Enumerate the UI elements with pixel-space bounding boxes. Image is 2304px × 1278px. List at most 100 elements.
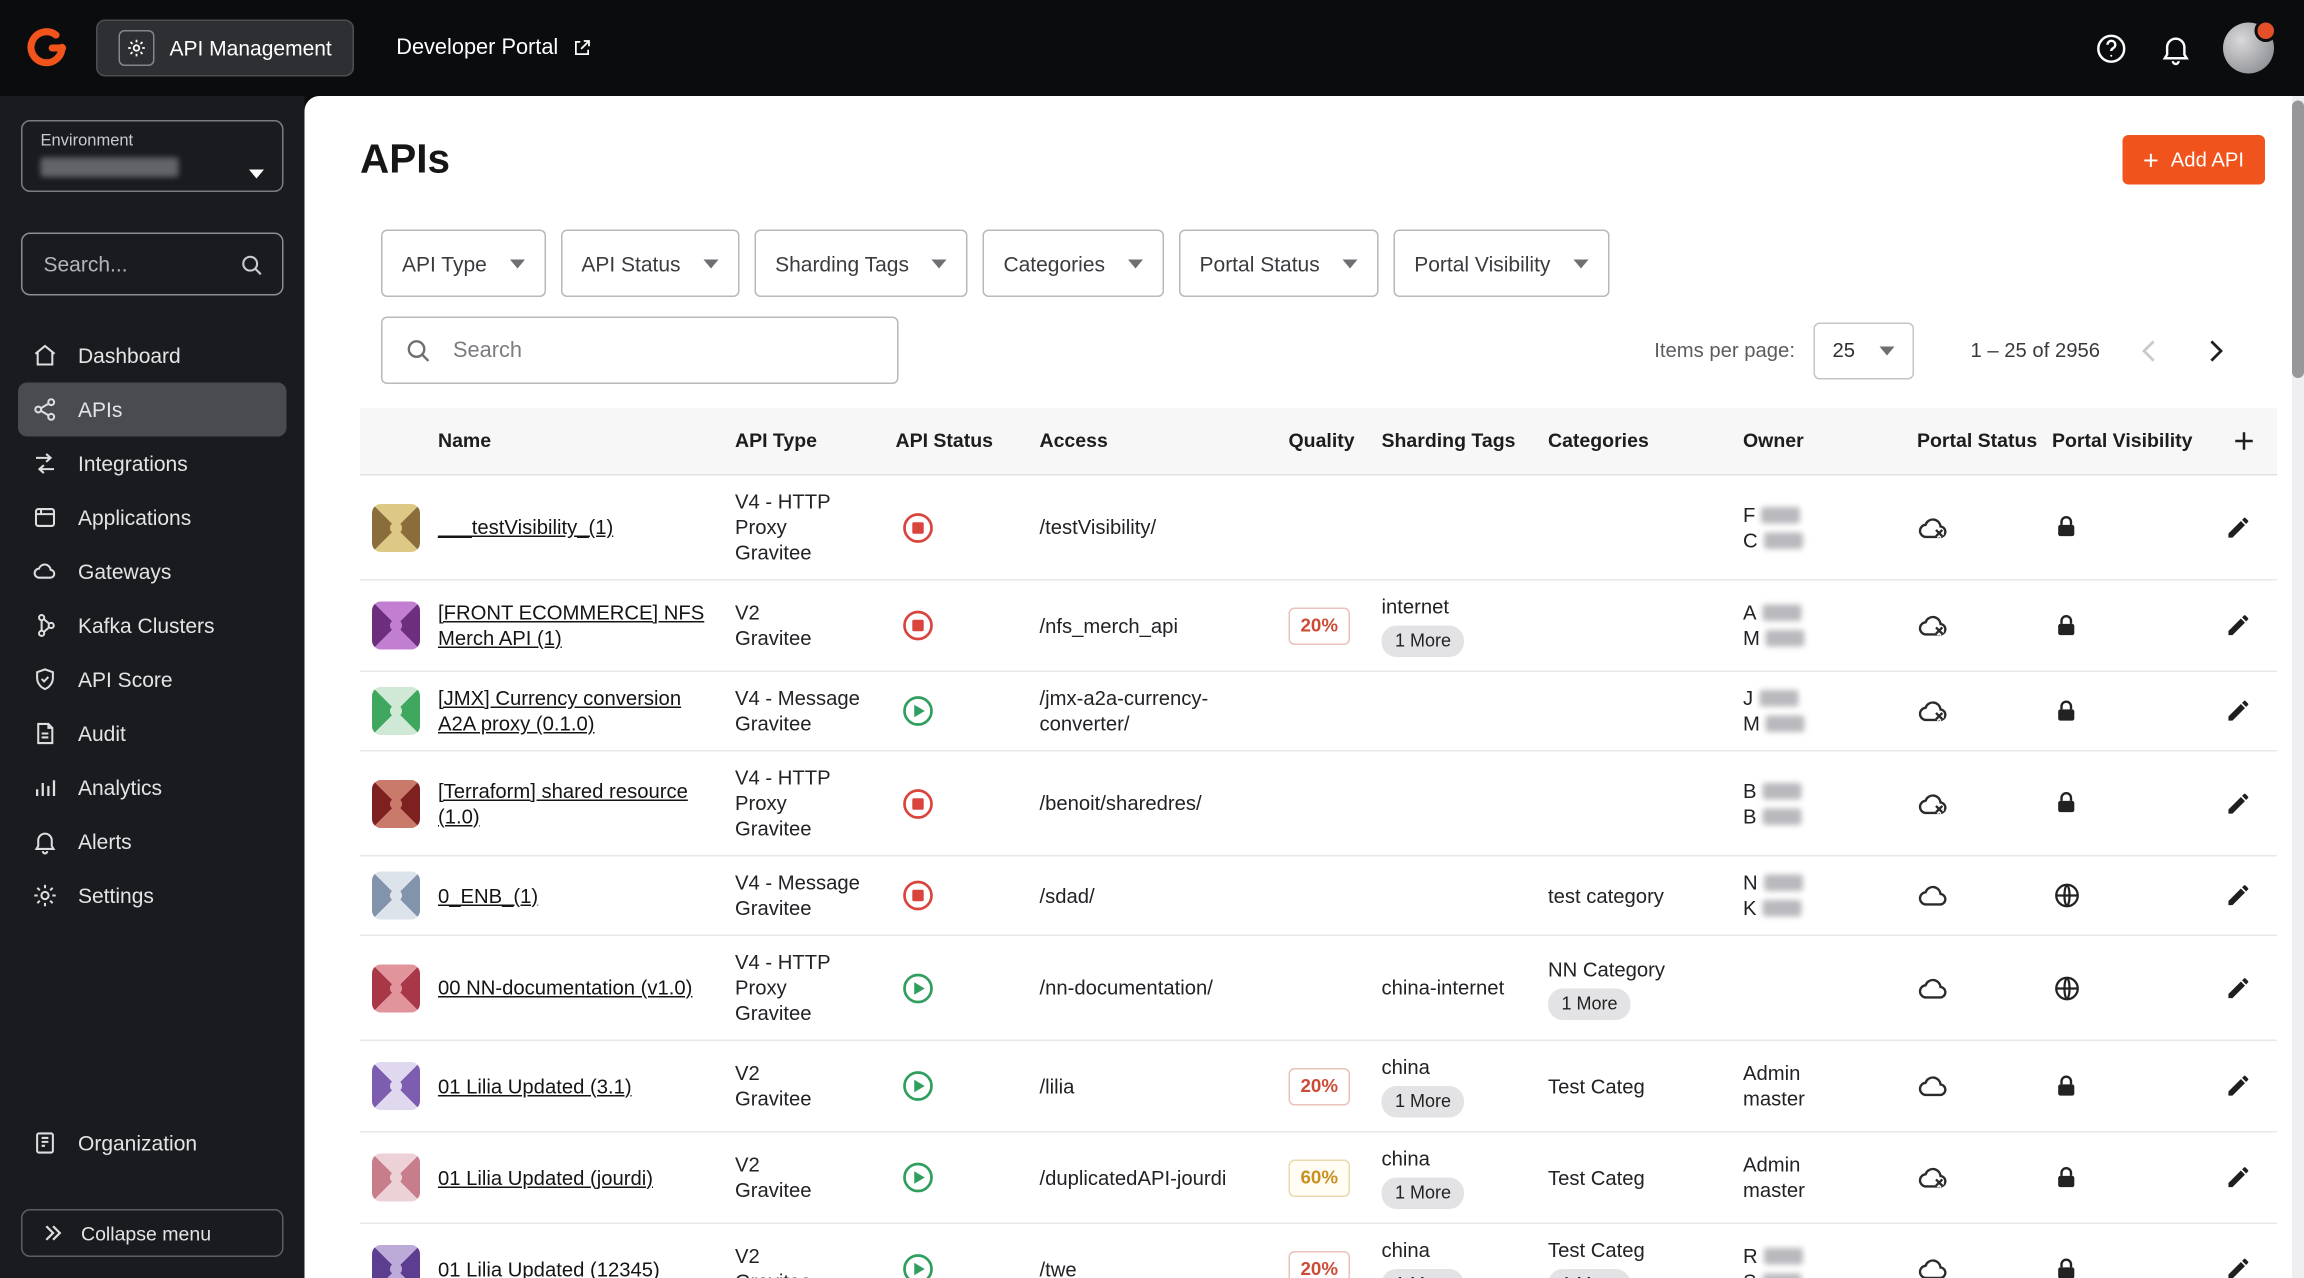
plus-icon: + [2143, 144, 2159, 175]
add-api-button[interactable]: + Add API [2122, 135, 2265, 185]
api-name-link[interactable]: ___testVisibility_(1) [438, 515, 613, 541]
edit-api-button[interactable] [2224, 882, 2251, 909]
scrollbar-thumb[interactable] [2292, 100, 2304, 378]
edit-api-button[interactable] [2224, 974, 2251, 1001]
collapse-menu-button[interactable]: Collapse menu [21, 1209, 284, 1257]
quality-badge: 20% [1288, 1067, 1351, 1105]
api-name-link[interactable]: [JMX] Currency conversion A2A proxy (0.1… [438, 686, 723, 737]
edit-api-button[interactable] [2224, 1256, 2251, 1278]
notifications-button[interactable] [2159, 31, 2194, 66]
filter-api-status[interactable]: API Status [560, 229, 740, 297]
items-per-page-select[interactable]: 25 [1812, 321, 1914, 379]
api-management-button[interactable]: API Management [96, 19, 355, 77]
home-icon [32, 342, 59, 369]
quality-cell [1288, 935, 1382, 1041]
edit-api-button[interactable] [2224, 790, 2251, 817]
edit-api-button[interactable] [2224, 1164, 2251, 1191]
api-engine: Gravitee [735, 712, 812, 736]
owner-cell: RS [1743, 1223, 1917, 1278]
add-api-label: Add API [2170, 148, 2244, 172]
categories-cell [1548, 671, 1743, 752]
api-avatar [372, 1153, 420, 1202]
filter-api-type[interactable]: API Type [381, 229, 546, 297]
sidebar-item-audit[interactable]: Audit [18, 707, 287, 761]
column-header-access: Access [1039, 408, 1289, 476]
sidebar-item-kafka-clusters[interactable]: Kafka Clusters [18, 599, 287, 653]
owner-name: M [1743, 626, 1905, 652]
api-type-cell: V4 - HTTP Proxy Gravitee [735, 750, 896, 857]
sidebar-item-integrations[interactable]: Integrations [18, 437, 287, 491]
api-name-link[interactable]: [FRONT ECOMMERCE] NFS Merch API (1) [438, 600, 723, 651]
api-name-link[interactable]: [Terraform] shared resource (1.0) [438, 778, 723, 829]
sidebar-item-applications[interactable]: Applications [18, 491, 287, 545]
api-type-cell: V2Gravitee [735, 1131, 896, 1224]
filter-categories[interactable]: Categories [982, 229, 1164, 297]
vertical-scrollbar[interactable] [2292, 96, 2304, 1278]
gravitee-logo [24, 26, 69, 71]
api-engine: Gravitee [735, 541, 812, 565]
api-management-label: API Management [169, 36, 332, 60]
portal-visibility-cell [2052, 1040, 2210, 1133]
filter-portal-status[interactable]: Portal Status [1178, 229, 1379, 297]
redacted-text [1759, 690, 1799, 707]
items-per-page-value: 25 [1832, 339, 1856, 362]
redacted-text [1762, 782, 1802, 799]
pagination: Items per page: 25 1 – 25 of 2956 [1654, 321, 2265, 379]
edit-api-button[interactable] [2224, 612, 2251, 639]
api-status-started-icon [902, 695, 935, 728]
sidebar-item-apis[interactable]: APIs [18, 382, 287, 437]
more-badge: 1 More [1381, 625, 1465, 657]
api-type: V2 [735, 1062, 760, 1085]
categories-cell [1548, 474, 1743, 581]
topbar: API Management Developer Portal [0, 0, 2304, 96]
sidebar-search [21, 232, 284, 296]
previous-page-button[interactable] [2133, 334, 2166, 367]
api-type-cell: V4 - Message Gravitee [735, 671, 896, 752]
table-row: [FRONT ECOMMERCE] NFS Merch API (1) V2 Gra… [360, 579, 2277, 672]
sidebar-item-dashboard[interactable]: Dashboard [18, 329, 287, 383]
add-column-button[interactable] [2228, 426, 2258, 456]
filter-portal-visibility[interactable]: Portal Visibility [1393, 229, 1609, 297]
sidebar-item-organization[interactable]: Organization [18, 1116, 287, 1170]
lock-icon [2052, 611, 2198, 640]
sidebar-item-settings[interactable]: Settings [18, 869, 287, 923]
api-name-link[interactable]: 01 Lilia Updated (3.1) [438, 1073, 632, 1099]
sidebar-item-gateways[interactable]: Gateways [18, 545, 287, 599]
help-button[interactable] [2094, 31, 2129, 66]
categories-cell: Test Categ [1548, 1040, 1743, 1133]
api-name-link[interactable]: 01 Lilia Updated (12345) [438, 1256, 660, 1278]
sidebar-item-api-score[interactable]: API Score [18, 653, 287, 707]
api-name-link[interactable]: 0_ENB_(1) [438, 883, 538, 909]
filter-sharding-tags[interactable]: Sharding Tags [754, 229, 968, 297]
api-status-started-icon [902, 1161, 935, 1194]
globe-icon [2052, 973, 2198, 1003]
next-page-button[interactable] [2199, 334, 2232, 367]
filter-label: Sharding Tags [775, 251, 909, 276]
sharding-tag: china-internet [1381, 976, 1505, 1000]
category-name: Test Categ [1548, 1074, 1645, 1098]
portal-visibility-cell [2052, 935, 2210, 1041]
column-header-owner: Owner [1743, 408, 1917, 476]
user-avatar-button[interactable] [2223, 19, 2277, 74]
page-title: APIs [360, 136, 451, 182]
more-badge: 1 More [1381, 1086, 1465, 1118]
edit-api-button[interactable] [2224, 514, 2251, 541]
sidebar-item-label: Audit [78, 721, 126, 746]
sidebar-item-analytics[interactable]: Analytics [18, 761, 287, 815]
sidebar-item-alerts[interactable]: Alerts [18, 815, 287, 869]
cloud-unpublished-icon [1917, 511, 2040, 544]
portal-status-cell [1917, 935, 2052, 1041]
chevron-right-icon [2210, 339, 2223, 361]
api-status-started-icon [902, 1253, 935, 1278]
environment-label: Environment [40, 132, 134, 150]
api-name-link[interactable]: 00 NN-documentation (v1.0) [438, 975, 692, 1001]
edit-api-button[interactable] [2224, 1073, 2251, 1100]
developer-portal-link[interactable]: Developer Portal [396, 36, 593, 60]
environment-selector[interactable]: Environment [21, 120, 284, 192]
sidebar-search-input[interactable] [40, 250, 239, 278]
analytics-icon [32, 774, 59, 801]
api-name-link[interactable]: 01 Lilia Updated (jourdi) [438, 1165, 653, 1191]
edit-api-button[interactable] [2224, 698, 2251, 725]
table-search-input[interactable] [450, 336, 876, 364]
portal-visibility-cell [2052, 855, 2210, 936]
